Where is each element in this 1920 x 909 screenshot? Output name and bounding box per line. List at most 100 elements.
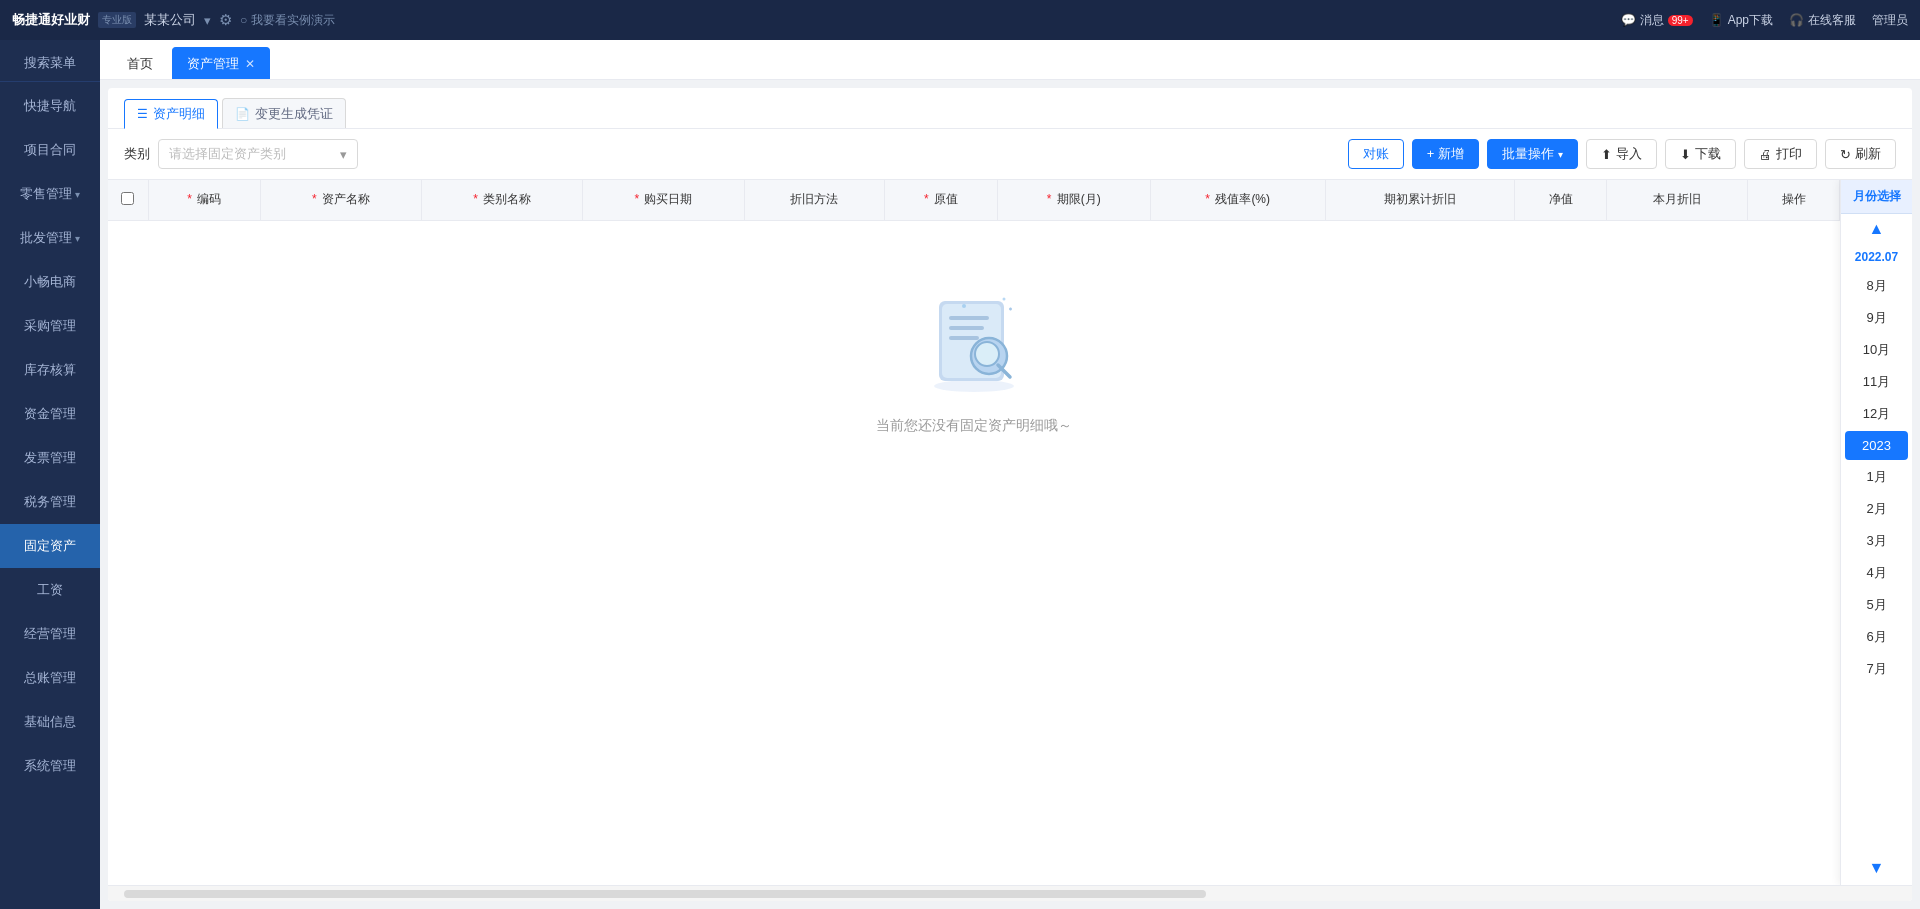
sidebar-item-retail[interactable]: 零售管理 ▾	[0, 172, 100, 216]
sidebar-item-basic-info[interactable]: 基础信息	[0, 700, 100, 744]
sub-tab-bar: ☰ 资产明细 📄 变更生成凭证	[108, 88, 1912, 129]
tab-asset-mgmt[interactable]: 资产管理 ✕	[172, 47, 270, 79]
tab-home[interactable]: 首页	[112, 47, 168, 79]
month-panel-up-arrow[interactable]: ▲	[1869, 214, 1885, 244]
company-name: 某某公司	[144, 11, 196, 29]
sidebar-item-search[interactable]: 搜索菜单	[0, 44, 100, 82]
settings-icon[interactable]: ⚙	[219, 11, 232, 29]
demo-icon: ○	[240, 13, 247, 27]
online-service-button[interactable]: 🎧 在线客服	[1789, 12, 1856, 29]
sidebar-item-fixed-assets[interactable]: 固定资产	[0, 524, 100, 568]
col-header-code: * 编码	[148, 180, 260, 220]
svg-rect-3	[949, 316, 989, 320]
sidebar-item-ecommerce[interactable]: 小畅电商	[0, 260, 100, 304]
batch-ops-button[interactable]: 批量操作 ▾	[1487, 139, 1578, 169]
sub-tab-asset-detail[interactable]: ☰ 资产明细	[124, 99, 218, 129]
horizontal-scrollbar[interactable]	[108, 885, 1912, 901]
sidebar-item-ledger[interactable]: 总账管理	[0, 656, 100, 700]
month-item-4[interactable]: 4月	[1841, 557, 1912, 589]
app-logo: 畅捷通好业财	[12, 11, 90, 29]
refresh-button[interactable]: ↻ 刷新	[1825, 139, 1896, 169]
sidebar-item-finance[interactable]: 资金管理	[0, 392, 100, 436]
month-item-12[interactable]: 12月	[1841, 398, 1912, 430]
col-header-period: * 期限(月)	[997, 180, 1150, 220]
app-download-button[interactable]: 📱 App下载	[1709, 12, 1773, 29]
top-bar-left: 畅捷通好业财 专业版 某某公司 ▾ ⚙ ○ 我要看实例演示	[12, 11, 335, 29]
sidebar-item-inventory[interactable]: 库存核算	[0, 348, 100, 392]
sidebar-item-invoice[interactable]: 发票管理	[0, 436, 100, 480]
sidebar-item-purchase[interactable]: 采购管理	[0, 304, 100, 348]
scrollbar-thumb[interactable]	[124, 890, 1206, 898]
category-dropdown-icon: ▾	[340, 147, 347, 162]
month-panel-down-arrow[interactable]: ▼	[1869, 859, 1885, 877]
top-bar: 畅捷通好业财 专业版 某某公司 ▾ ⚙ ○ 我要看实例演示 💬 消息 99+ 📱…	[0, 0, 1920, 40]
col-header-category: * 类别名称	[422, 180, 583, 220]
sidebar-item-operations[interactable]: 经营管理	[0, 612, 100, 656]
category-label: 类别	[124, 145, 150, 163]
empty-text: 当前您还没有固定资产明细哦～	[876, 417, 1072, 435]
month-panel: 月份选择 ▲ 2022.07 8月 9月 10月 11月 12月 2023 1月…	[1840, 180, 1912, 885]
toolbar: 类别 请选择固定资产类别 ▾ 对账 + 新增 批量操	[108, 129, 1912, 180]
download-icon: ⬇	[1680, 147, 1691, 162]
sidebar-item-system[interactable]: 系统管理	[0, 744, 100, 788]
month-panel-title: 月份选择	[1841, 180, 1912, 214]
svg-point-10	[1002, 297, 1005, 300]
empty-illustration	[914, 281, 1034, 401]
month-item-current[interactable]: 2022.07	[1841, 244, 1912, 270]
tab-bar: 首页 资产管理 ✕	[100, 40, 1920, 80]
list-icon: ☰	[137, 107, 148, 121]
message-badge: 99+	[1668, 15, 1693, 26]
assets-table: * 编码 * 资产名称 * 类别名称	[108, 180, 1840, 495]
document-icon: 📄	[235, 107, 250, 121]
top-bar-right: 💬 消息 99+ 📱 App下载 🎧 在线客服 管理员	[1621, 12, 1908, 29]
tab-close-icon[interactable]: ✕	[245, 57, 255, 71]
category-placeholder: 请选择固定资产类别	[169, 145, 286, 163]
sidebar-item-wholesale[interactable]: 批发管理 ▾	[0, 216, 100, 260]
month-item-10[interactable]: 10月	[1841, 334, 1912, 366]
col-header-operation: 操作	[1748, 180, 1840, 220]
company-dropdown-icon[interactable]: ▾	[204, 13, 211, 28]
col-header-original-value: * 原值	[885, 180, 997, 220]
table-header-checkbox	[108, 180, 148, 220]
month-item-5[interactable]: 5月	[1841, 589, 1912, 621]
month-panel-footer: ▼	[1869, 851, 1885, 885]
col-header-depreciation-method: 折旧方法	[744, 180, 885, 220]
user-avatar[interactable]: 管理员	[1872, 12, 1908, 29]
import-button[interactable]: ⬆ 导入	[1586, 139, 1657, 169]
print-button[interactable]: 🖨 打印	[1744, 139, 1817, 169]
message-icon: 💬	[1621, 13, 1636, 27]
col-header-accumulated-depreciation: 期初累计折旧	[1325, 180, 1515, 220]
svg-point-0	[934, 380, 1014, 392]
headset-icon: 🎧	[1789, 13, 1804, 27]
user-name: 管理员	[1872, 12, 1908, 29]
table-container: * 编码 * 资产名称 * 类别名称	[108, 180, 1840, 885]
sidebar-item-tax[interactable]: 税务管理	[0, 480, 100, 524]
svg-rect-4	[949, 326, 984, 330]
col-header-purchase-date: * 购买日期	[583, 180, 744, 220]
month-item-11[interactable]: 11月	[1841, 366, 1912, 398]
month-item-1[interactable]: 1月	[1841, 461, 1912, 493]
month-item-7[interactable]: 7月	[1841, 653, 1912, 685]
category-select-box[interactable]: 请选择固定资产类别 ▾	[158, 139, 358, 169]
month-item-year-2023[interactable]: 2023	[1845, 431, 1908, 460]
month-item-2[interactable]: 2月	[1841, 493, 1912, 525]
sidebar-item-project[interactable]: 项目合同	[0, 128, 100, 172]
month-item-9[interactable]: 9月	[1841, 302, 1912, 334]
select-all-checkbox[interactable]	[121, 192, 134, 205]
category-filter: 类别 请选择固定资产类别 ▾	[124, 139, 358, 169]
sidebar-item-salary[interactable]: 工资	[0, 568, 100, 612]
sub-tab-change-voucher[interactable]: 📄 变更生成凭证	[222, 98, 346, 128]
col-header-monthly-depreciation: 本月折旧	[1607, 180, 1748, 220]
content-area: 首页 资产管理 ✕ ☰ 资产明细 📄 变更生成凭证	[100, 40, 1920, 909]
demo-link[interactable]: ○ 我要看实例演示	[240, 12, 335, 29]
reconcile-button[interactable]: 对账	[1348, 139, 1404, 169]
add-button[interactable]: + 新增	[1412, 139, 1479, 169]
download-button[interactable]: ⬇ 下载	[1665, 139, 1736, 169]
month-item-3[interactable]: 3月	[1841, 525, 1912, 557]
month-item-8[interactable]: 8月	[1841, 270, 1912, 302]
page-content: ☰ 资产明细 📄 变更生成凭证 类别 请选择固定资产类别 ▾	[108, 88, 1912, 901]
month-item-6[interactable]: 6月	[1841, 621, 1912, 653]
sidebar-item-quick-nav[interactable]: 快捷导航	[0, 84, 100, 128]
sidebar: 搜索菜单 快捷导航 项目合同 零售管理 ▾ 批发管理 ▾ 小畅电商 采购管理 库…	[0, 40, 100, 909]
message-button[interactable]: 💬 消息 99+	[1621, 12, 1693, 29]
